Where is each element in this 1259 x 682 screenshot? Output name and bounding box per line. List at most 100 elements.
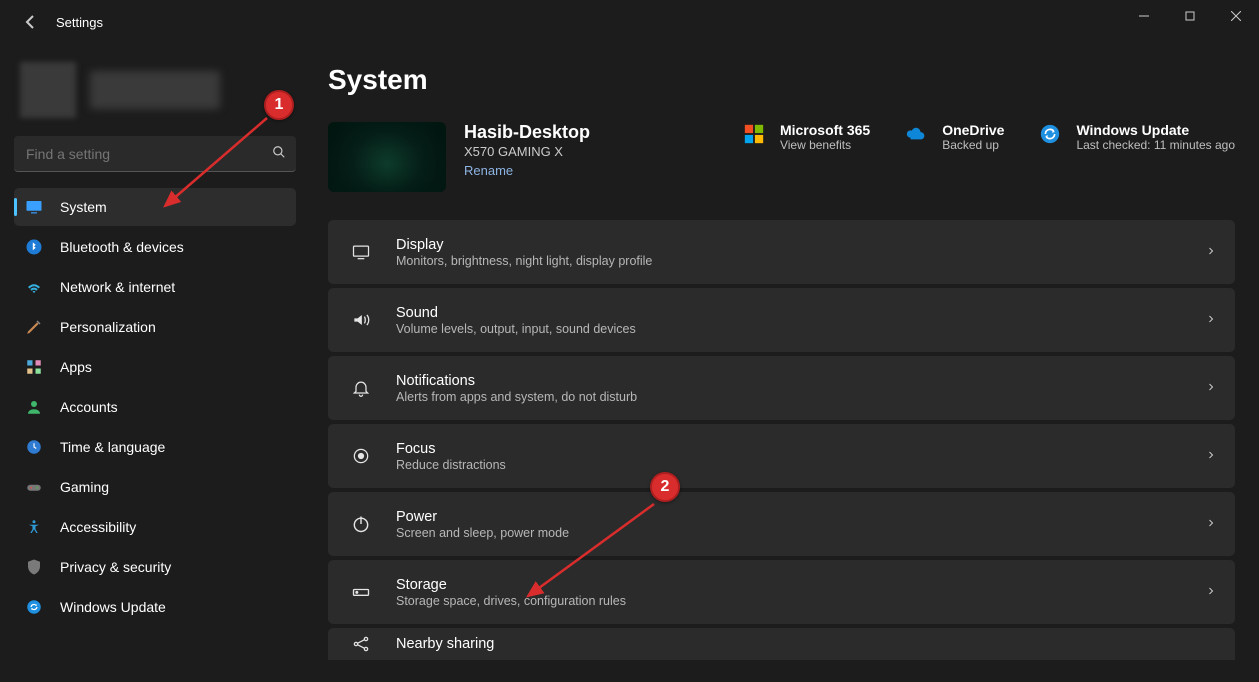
sidebar-item-label: Gaming bbox=[60, 479, 109, 495]
sidebar-item-label: Accounts bbox=[60, 399, 118, 415]
row-title: Focus bbox=[396, 441, 1183, 457]
back-button[interactable] bbox=[18, 10, 42, 34]
row-storage[interactable]: Storage Storage space, drives, configura… bbox=[328, 560, 1235, 624]
search-box[interactable] bbox=[14, 136, 296, 172]
tile-windows-update[interactable]: Windows Update Last checked: 11 minutes … bbox=[1038, 122, 1235, 152]
person-icon bbox=[24, 397, 44, 417]
chevron-right-icon bbox=[1205, 380, 1217, 396]
device-thumbnail[interactable] bbox=[328, 122, 446, 192]
tile-sub: View benefits bbox=[780, 138, 870, 152]
rename-link[interactable]: Rename bbox=[464, 163, 513, 178]
chevron-right-icon bbox=[1205, 244, 1217, 260]
gamepad-icon bbox=[24, 477, 44, 497]
accessibility-icon bbox=[24, 517, 44, 537]
sidebar-item-label: Accessibility bbox=[60, 519, 136, 535]
row-sound[interactable]: Sound Volume levels, output, input, soun… bbox=[328, 288, 1235, 352]
sidebar-item-apps[interactable]: Apps bbox=[14, 348, 296, 386]
row-title: Notifications bbox=[396, 373, 1183, 389]
sidebar-item-label: Network & internet bbox=[60, 279, 175, 295]
bell-icon bbox=[348, 375, 374, 401]
user-name-redacted bbox=[90, 71, 220, 109]
sidebar-item-gaming[interactable]: Gaming bbox=[14, 468, 296, 506]
sidebar-item-accessibility[interactable]: Accessibility bbox=[14, 508, 296, 546]
sidebar-item-label: Privacy & security bbox=[60, 559, 171, 575]
close-button[interactable] bbox=[1213, 0, 1259, 32]
sidebar-item-label: Personalization bbox=[60, 319, 156, 335]
app-title: Settings bbox=[56, 15, 103, 30]
paintbrush-icon bbox=[24, 317, 44, 337]
search-input[interactable] bbox=[26, 146, 272, 162]
tile-title: Microsoft 365 bbox=[780, 122, 870, 138]
window-controls bbox=[1121, 0, 1259, 32]
wifi-icon bbox=[24, 277, 44, 297]
tile-title: Windows Update bbox=[1076, 122, 1235, 138]
user-profile[interactable] bbox=[14, 52, 296, 134]
sidebar-item-personalization[interactable]: Personalization bbox=[14, 308, 296, 346]
update-icon bbox=[1038, 122, 1062, 146]
page-title: System bbox=[328, 64, 1235, 96]
apps-icon bbox=[24, 357, 44, 377]
sidebar-item-time-language[interactable]: Time & language bbox=[14, 428, 296, 466]
device-model: X570 GAMING X bbox=[464, 144, 590, 159]
system-icon bbox=[24, 197, 44, 217]
sidebar-item-label: Time & language bbox=[60, 439, 165, 455]
chevron-right-icon bbox=[1205, 312, 1217, 328]
search-icon bbox=[272, 145, 286, 162]
sidebar-item-label: System bbox=[60, 199, 107, 215]
sidebar-item-network[interactable]: Network & internet bbox=[14, 268, 296, 306]
row-title: Storage bbox=[396, 577, 1183, 593]
row-desc: Storage space, drives, configuration rul… bbox=[396, 594, 1183, 608]
sidebar-item-system[interactable]: System bbox=[14, 188, 296, 226]
device-name: Hasib-Desktop bbox=[464, 122, 590, 143]
onedrive-icon bbox=[904, 122, 928, 146]
tile-sub: Last checked: 11 minutes ago bbox=[1076, 138, 1235, 152]
sidebar: System Bluetooth & devices Network & int… bbox=[0, 44, 310, 682]
row-desc: Screen and sleep, power mode bbox=[396, 526, 1183, 540]
row-title: Display bbox=[396, 237, 1183, 253]
chevron-right-icon bbox=[1205, 516, 1217, 532]
focus-icon bbox=[348, 443, 374, 469]
tile-sub: Backed up bbox=[942, 138, 1004, 152]
minimize-button[interactable] bbox=[1121, 0, 1167, 32]
display-icon bbox=[348, 239, 374, 265]
row-notifications[interactable]: Notifications Alerts from apps and syste… bbox=[328, 356, 1235, 420]
avatar bbox=[20, 62, 76, 118]
row-power[interactable]: Power Screen and sleep, power mode bbox=[328, 492, 1235, 556]
row-title: Power bbox=[396, 509, 1183, 525]
sidebar-item-privacy[interactable]: Privacy & security bbox=[14, 548, 296, 586]
row-desc: Monitors, brightness, night light, displ… bbox=[396, 254, 1183, 268]
shield-icon bbox=[24, 557, 44, 577]
row-display[interactable]: Display Monitors, brightness, night ligh… bbox=[328, 220, 1235, 284]
chevron-right-icon bbox=[1205, 584, 1217, 600]
row-title: Nearby sharing bbox=[396, 636, 1217, 652]
share-icon bbox=[348, 631, 374, 657]
settings-list: Display Monitors, brightness, night ligh… bbox=[328, 220, 1235, 660]
tile-title: OneDrive bbox=[942, 122, 1004, 138]
row-title: Sound bbox=[396, 305, 1183, 321]
power-icon bbox=[348, 511, 374, 537]
tile-microsoft365[interactable]: Microsoft 365 View benefits bbox=[742, 122, 870, 152]
sidebar-item-accounts[interactable]: Accounts bbox=[14, 388, 296, 426]
sidebar-item-label: Apps bbox=[60, 359, 92, 375]
bluetooth-icon bbox=[24, 237, 44, 257]
sidebar-item-label: Bluetooth & devices bbox=[60, 239, 184, 255]
content: System Hasib-Desktop X570 GAMING X Renam… bbox=[310, 44, 1259, 682]
update-icon bbox=[24, 597, 44, 617]
sound-icon bbox=[348, 307, 374, 333]
microsoft-icon bbox=[742, 122, 766, 146]
device-header: Hasib-Desktop X570 GAMING X Rename Micro… bbox=[328, 122, 1235, 192]
sidebar-item-windows-update[interactable]: Windows Update bbox=[14, 588, 296, 626]
row-desc: Volume levels, output, input, sound devi… bbox=[396, 322, 1183, 336]
chevron-right-icon bbox=[1205, 448, 1217, 464]
sidebar-item-bluetooth[interactable]: Bluetooth & devices bbox=[14, 228, 296, 266]
sidebar-item-label: Windows Update bbox=[60, 599, 166, 615]
row-desc: Alerts from apps and system, do not dist… bbox=[396, 390, 1183, 404]
titlebar: Settings bbox=[0, 0, 1259, 44]
row-nearby-sharing[interactable]: Nearby sharing bbox=[328, 628, 1235, 660]
storage-icon bbox=[348, 579, 374, 605]
tile-onedrive[interactable]: OneDrive Backed up bbox=[904, 122, 1004, 152]
maximize-button[interactable] bbox=[1167, 0, 1213, 32]
row-desc: Reduce distractions bbox=[396, 458, 1183, 472]
row-focus[interactable]: Focus Reduce distractions bbox=[328, 424, 1235, 488]
clock-icon bbox=[24, 437, 44, 457]
